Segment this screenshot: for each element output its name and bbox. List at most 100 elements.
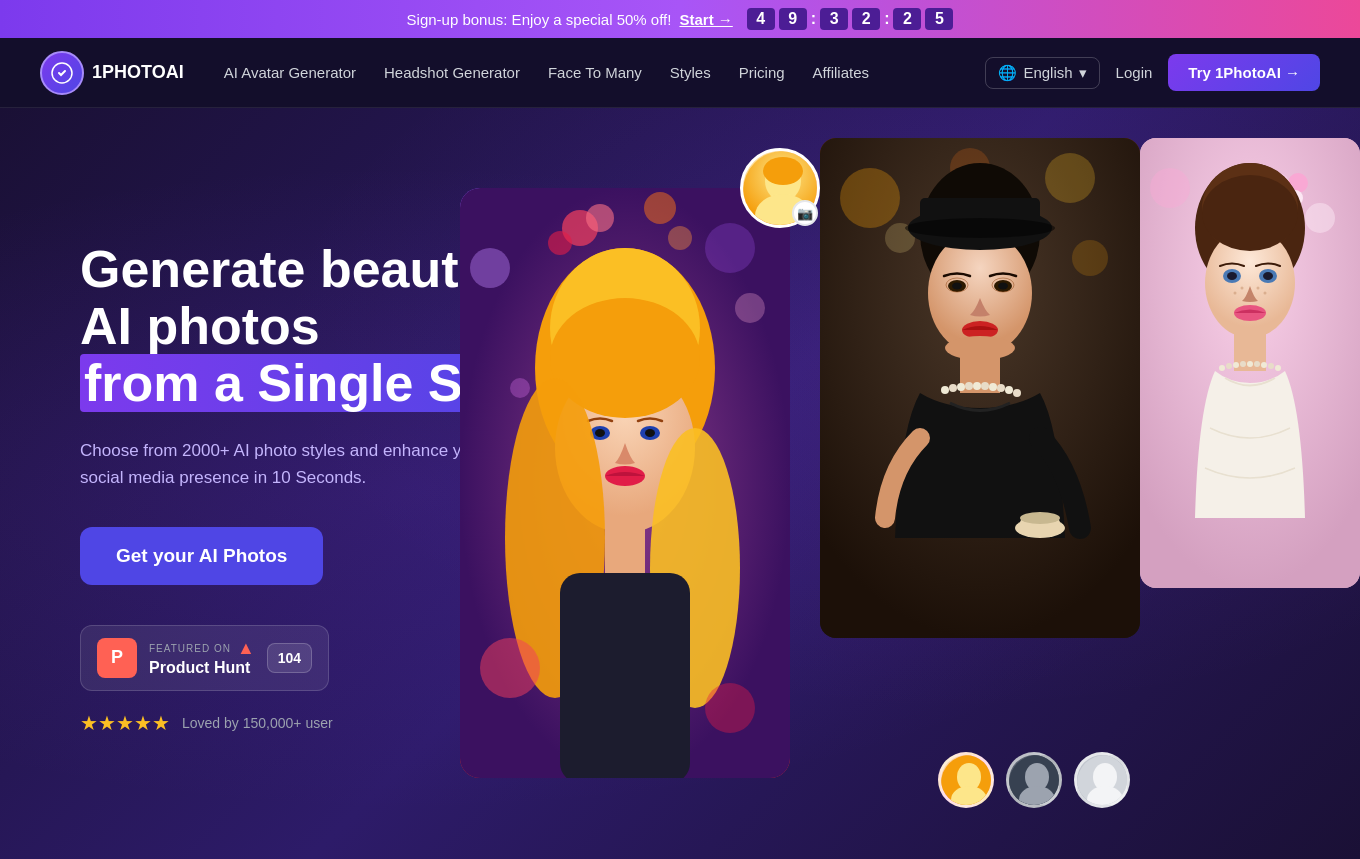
timer-d1: 4 [747, 8, 775, 30]
svg-point-77 [1257, 287, 1260, 290]
banner-text: Sign-up bonus: Enjoy a special 50% off! [407, 11, 672, 28]
try-cta-button[interactable]: Try 1PhotoAI → [1168, 54, 1320, 91]
svg-point-25 [705, 683, 755, 733]
svg-point-17 [595, 429, 605, 437]
product-hunt-icon: P [97, 638, 137, 678]
svg-point-90 [1254, 361, 1260, 367]
globe-icon: 🌐 [998, 64, 1017, 82]
svg-point-74 [1202, 175, 1298, 251]
svg-point-54 [965, 382, 973, 390]
svg-point-75 [1234, 292, 1237, 295]
svg-point-18 [645, 429, 655, 437]
top-banner: Sign-up bonus: Enjoy a special 50% off! … [0, 0, 1360, 38]
selfie-svg [460, 188, 790, 778]
selfie-image [460, 188, 790, 778]
login-button[interactable]: Login [1116, 64, 1153, 81]
svg-point-82 [1263, 272, 1273, 280]
lady-black-svg [820, 138, 1140, 638]
timer-d4: 2 [852, 8, 880, 30]
svg-point-40 [905, 218, 1055, 238]
main-ai-photo [820, 138, 1140, 638]
svg-point-65 [1150, 168, 1190, 208]
svg-point-93 [1275, 365, 1281, 371]
svg-point-32 [1045, 153, 1095, 203]
svg-point-86 [1226, 363, 1232, 369]
svg-point-44 [998, 283, 1008, 290]
nav-link-affiliates[interactable]: Affiliates [813, 64, 869, 81]
svg-point-78 [1264, 292, 1267, 295]
product-hunt-badge[interactable]: P FEATURED ON ▲ Product Hunt 104 [80, 625, 329, 691]
start-link[interactable]: Start → [679, 11, 732, 28]
product-hunt-info: FEATURED ON ▲ Product Hunt [149, 638, 255, 677]
timer-d2: 9 [779, 8, 807, 30]
svg-point-58 [997, 384, 1005, 392]
svg-point-9 [644, 192, 676, 224]
nav-link-ai-avatar[interactable]: AI Avatar Generator [224, 64, 356, 81]
lang-label: English [1023, 64, 1072, 81]
ph-arrow: ▲ [237, 638, 255, 659]
svg-point-51 [941, 386, 949, 394]
thumbnail-2[interactable] [1006, 752, 1062, 808]
logo-icon [40, 51, 84, 95]
side-lady-svg [1140, 138, 1360, 588]
selfie-bg [460, 188, 790, 778]
svg-point-63 [1020, 512, 1060, 524]
svg-point-53 [957, 383, 965, 391]
svg-point-56 [981, 382, 989, 390]
nav-link-pricing[interactable]: Pricing [739, 64, 785, 81]
thumbnail-1[interactable] [938, 752, 994, 808]
svg-point-24 [480, 638, 540, 698]
svg-point-66 [1305, 203, 1335, 233]
user-thumbnails [938, 752, 1130, 808]
svg-point-3 [735, 293, 765, 323]
star-rating: ★★★★★ [80, 711, 170, 735]
loved-text: Loved by 150,000+ user [182, 715, 333, 731]
svg-point-88 [1240, 361, 1246, 367]
logo[interactable]: 1PHOTOAI [40, 51, 184, 95]
camera-icon[interactable]: 📷 [792, 200, 818, 226]
svg-point-59 [1005, 386, 1013, 394]
thumbnail-3[interactable] [1074, 752, 1130, 808]
nav-link-styles[interactable]: Styles [670, 64, 711, 81]
nav-link-face-to-many[interactable]: Face To Many [548, 64, 642, 81]
svg-point-7 [586, 204, 614, 232]
svg-point-8 [548, 231, 572, 255]
logo-text: 1PHOTOAI [92, 62, 184, 83]
svg-point-52 [949, 384, 957, 392]
svg-point-60 [1013, 389, 1021, 397]
lady-black-bg [820, 138, 1140, 638]
svg-point-81 [1227, 272, 1237, 280]
svg-point-35 [1072, 240, 1108, 276]
ph-name: Product Hunt [149, 659, 255, 677]
svg-point-91 [1261, 362, 1267, 368]
svg-point-89 [1247, 361, 1253, 367]
svg-point-57 [989, 383, 997, 391]
timer-d5: 2 [893, 8, 921, 30]
svg-point-2 [470, 248, 510, 288]
nav-links: AI Avatar Generator Headshot Generator F… [224, 64, 986, 81]
timer-d3: 3 [820, 8, 848, 30]
timer-colon-2: : [884, 10, 889, 28]
timer-colon-1: : [811, 10, 816, 28]
hero-description: Choose from 2000+ AI photo styles and en… [80, 437, 500, 491]
svg-rect-23 [560, 573, 690, 778]
avatar-upload-area: 📷 [740, 148, 820, 232]
countdown-timer: 4 9 : 3 2 : 2 5 [747, 8, 954, 30]
side-photo-bg [1140, 138, 1360, 588]
nav-right: 🌐 English ▾ Login Try 1PhotoAI → [985, 54, 1320, 91]
svg-point-92 [1268, 363, 1274, 369]
hero-section: Generate beautiful AI photos from a Sing… [0, 108, 1360, 859]
language-selector[interactable]: 🌐 English ▾ [985, 57, 1099, 89]
svg-point-10 [668, 226, 692, 250]
svg-point-4 [510, 378, 530, 398]
timer-d6: 5 [925, 8, 953, 30]
svg-point-85 [1219, 365, 1225, 371]
nav-link-headshot[interactable]: Headshot Generator [384, 64, 520, 81]
main-nav: 1PHOTOAI AI Avatar Generator Headshot Ge… [0, 38, 1360, 108]
svg-point-43 [952, 283, 962, 290]
hero-cta-button[interactable]: Get your AI Photos [80, 527, 323, 585]
svg-point-87 [1233, 362, 1239, 368]
ph-vote-count: 104 [267, 643, 312, 673]
svg-point-55 [973, 382, 981, 390]
side-ai-photo [1140, 138, 1360, 588]
